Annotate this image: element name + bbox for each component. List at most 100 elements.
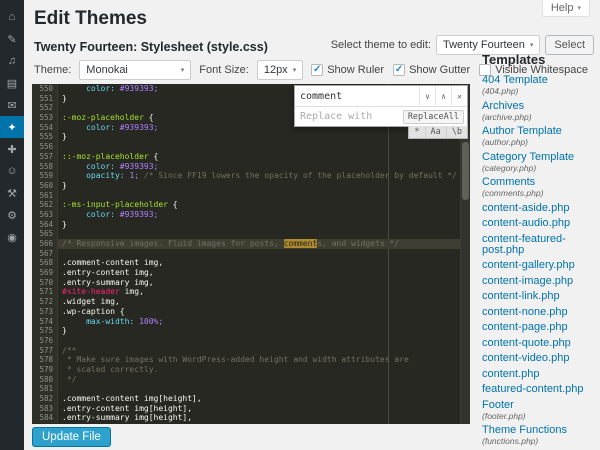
case-sensitive-toggle[interactable]: Aa — [424, 126, 446, 138]
sidebar-item-pages[interactable]: ▤ — [0, 72, 24, 94]
sidebar-item-settings[interactable]: ⚙ — [0, 204, 24, 226]
font-size-label: Font Size: — [199, 64, 249, 76]
line-number: 555 — [32, 132, 58, 143]
line-number: 579 — [32, 364, 58, 375]
page-subtitle: Twenty Fourteen: Stylesheet (style.css) — [34, 40, 268, 54]
chevron-down-icon: ▾ — [577, 5, 581, 12]
template-link[interactable]: Comments — [482, 177, 596, 188]
template-item: content-video.php — [482, 353, 596, 364]
find-prev-icon[interactable]: ∧ — [435, 86, 451, 106]
line-number: 576 — [32, 335, 58, 346]
template-item: content-quote.php — [482, 337, 596, 349]
template-item: Footer (footer.php) — [482, 399, 596, 421]
sidebar-item-comments[interactable]: ✉ — [0, 94, 24, 116]
font-size-dropdown[interactable]: 12px ▾ — [256, 60, 304, 80]
checkbox-show-ruler[interactable]: ✓ Show Ruler — [311, 64, 384, 76]
update-file-button[interactable]: Update File — [32, 427, 111, 447]
find-next-icon[interactable]: ∨ — [419, 86, 435, 106]
replace-all-button[interactable]: ReplaceAll — [402, 109, 464, 124]
line-number: 573 — [32, 306, 58, 317]
search-popup: comment ∨ ∧ ✕ Replace with ReplaceAll * A… — [294, 85, 468, 139]
template-link[interactable]: content-page.php — [482, 322, 596, 333]
template-link[interactable]: 404 Template — [482, 75, 596, 86]
replace-input[interactable]: Replace with — [295, 111, 403, 122]
template-item: featured-content.php — [482, 384, 596, 395]
chevron-down-icon: ▾ — [529, 42, 534, 49]
line-number: 566 — [32, 239, 58, 249]
template-link[interactable]: content-none.php — [482, 306, 596, 318]
line-number: 553 — [32, 113, 58, 123]
code-editor[interactable]: 550 color: #939393; 551} 552 553:-moz-place… — [32, 84, 470, 424]
templates-sidebar: Templates 404 Template (404.php) Archives(… — [482, 52, 596, 450]
collapse-menu-icon: ◉ — [7, 231, 17, 244]
line-number: 561 — [32, 190, 58, 201]
template-link[interactable]: Category Template — [482, 151, 596, 163]
template-link[interactable]: content-audio.php — [482, 218, 596, 229]
template-filename: (archive.php) — [482, 111, 532, 122]
edit-themes-page: ⌂ ✎ ♫ ▤ ✉ ✦ ✚ ☺ ⚒ ⚙ ◉ Help ▾ Edit Themes Twenty Fo… — [0, 0, 600, 450]
select-theme-label: Select theme to edit: — [330, 39, 431, 51]
line-number: 563 — [32, 209, 58, 220]
template-item: Comments (comments.php) — [482, 177, 596, 198]
template-link[interactable]: content-aside.php — [482, 202, 596, 214]
code-line-574: 574 max-width: 100%; — [32, 316, 470, 327]
search-input[interactable]: comment — [295, 91, 419, 102]
sidebar-item-posts[interactable]: ✎ — [0, 28, 24, 50]
code-text: .entry-summary img, — [62, 277, 154, 287]
sidebar-item-users[interactable]: ☺ — [0, 160, 24, 182]
code-lines: 550 color: #939393; 551} 552 553:-moz-place… — [32, 84, 470, 424]
code-line-561: 561 — [32, 190, 470, 201]
template-item: content-gallery.php — [482, 260, 596, 271]
line-number: 556 — [32, 142, 58, 152]
checkbox-checked-icon: ✓ — [311, 64, 324, 76]
template-item: content-none.php — [482, 306, 596, 318]
sidebar-item-tools[interactable]: ⚒ — [0, 182, 24, 204]
template-link[interactable]: content-image.php — [482, 275, 596, 287]
editor-theme-dropdown[interactable]: Monokai ▾ — [79, 60, 192, 80]
template-link[interactable]: content.php — [482, 368, 596, 380]
template-link[interactable]: content-video.php — [482, 353, 596, 364]
scrollbar-thumb[interactable] — [462, 142, 469, 200]
template-link[interactable]: content-quote.php — [482, 337, 596, 349]
code-text: color: #939393; — [62, 209, 159, 219]
template-link[interactable]: content-featured-post.php — [482, 233, 596, 256]
template-filename: (404.php) — [482, 86, 519, 96]
sidebar-item-plugins[interactable]: ✚ — [0, 138, 24, 160]
settings-icon: ⚙ — [7, 209, 17, 222]
line-number: 574 — [32, 316, 58, 327]
template-link[interactable]: content-gallery.php — [482, 260, 596, 271]
line-number: 559 — [32, 171, 58, 181]
sidebar-item-collapse-menu[interactable]: ◉ — [0, 226, 24, 248]
template-link[interactable]: Footer — [482, 399, 596, 411]
template-link[interactable]: Author Template — [482, 126, 596, 137]
template-link[interactable]: Archives — [482, 100, 596, 112]
sidebar-item-dashboard[interactable]: ⌂ — [0, 6, 24, 28]
template-link[interactable]: content-link.php — [482, 291, 596, 302]
code-line-555: 555} — [32, 132, 470, 143]
line-number: 577 — [32, 345, 58, 356]
checkbox-show-gutter[interactable]: ✓ Show Gutter — [393, 64, 470, 76]
code-text: } — [62, 326, 67, 336]
code-line-560: 560} — [32, 180, 470, 191]
tools-icon: ⚒ — [7, 187, 17, 200]
help-tab[interactable]: Help ▾ — [541, 0, 590, 17]
theme-label: Theme: — [34, 64, 72, 76]
pages-icon: ▤ — [6, 77, 18, 90]
line-number: 565 — [32, 229, 58, 239]
line-number: 569 — [32, 268, 58, 278]
sidebar-item-appearance[interactable]: ✦ — [0, 116, 24, 138]
code-line-572: 572 .widget img, — [32, 297, 470, 307]
close-icon[interactable]: ✕ — [451, 86, 467, 106]
line-number: 560 — [32, 180, 58, 191]
template-link[interactable]: Theme Functions — [482, 425, 596, 436]
code-line-579: 579 * scaled correctly. — [32, 364, 470, 375]
replace-row: Replace with ReplaceAll — [295, 106, 467, 126]
code-line-577: 577 /** — [32, 345, 470, 356]
sidebar-item-media[interactable]: ♫ — [0, 50, 24, 72]
code-text: * Make sure images with WordPress-added … — [62, 355, 409, 365]
template-link[interactable]: featured-content.php — [482, 384, 596, 395]
whole-word-toggle[interactable]: \b — [445, 126, 467, 138]
regex-toggle[interactable]: * — [409, 126, 424, 138]
